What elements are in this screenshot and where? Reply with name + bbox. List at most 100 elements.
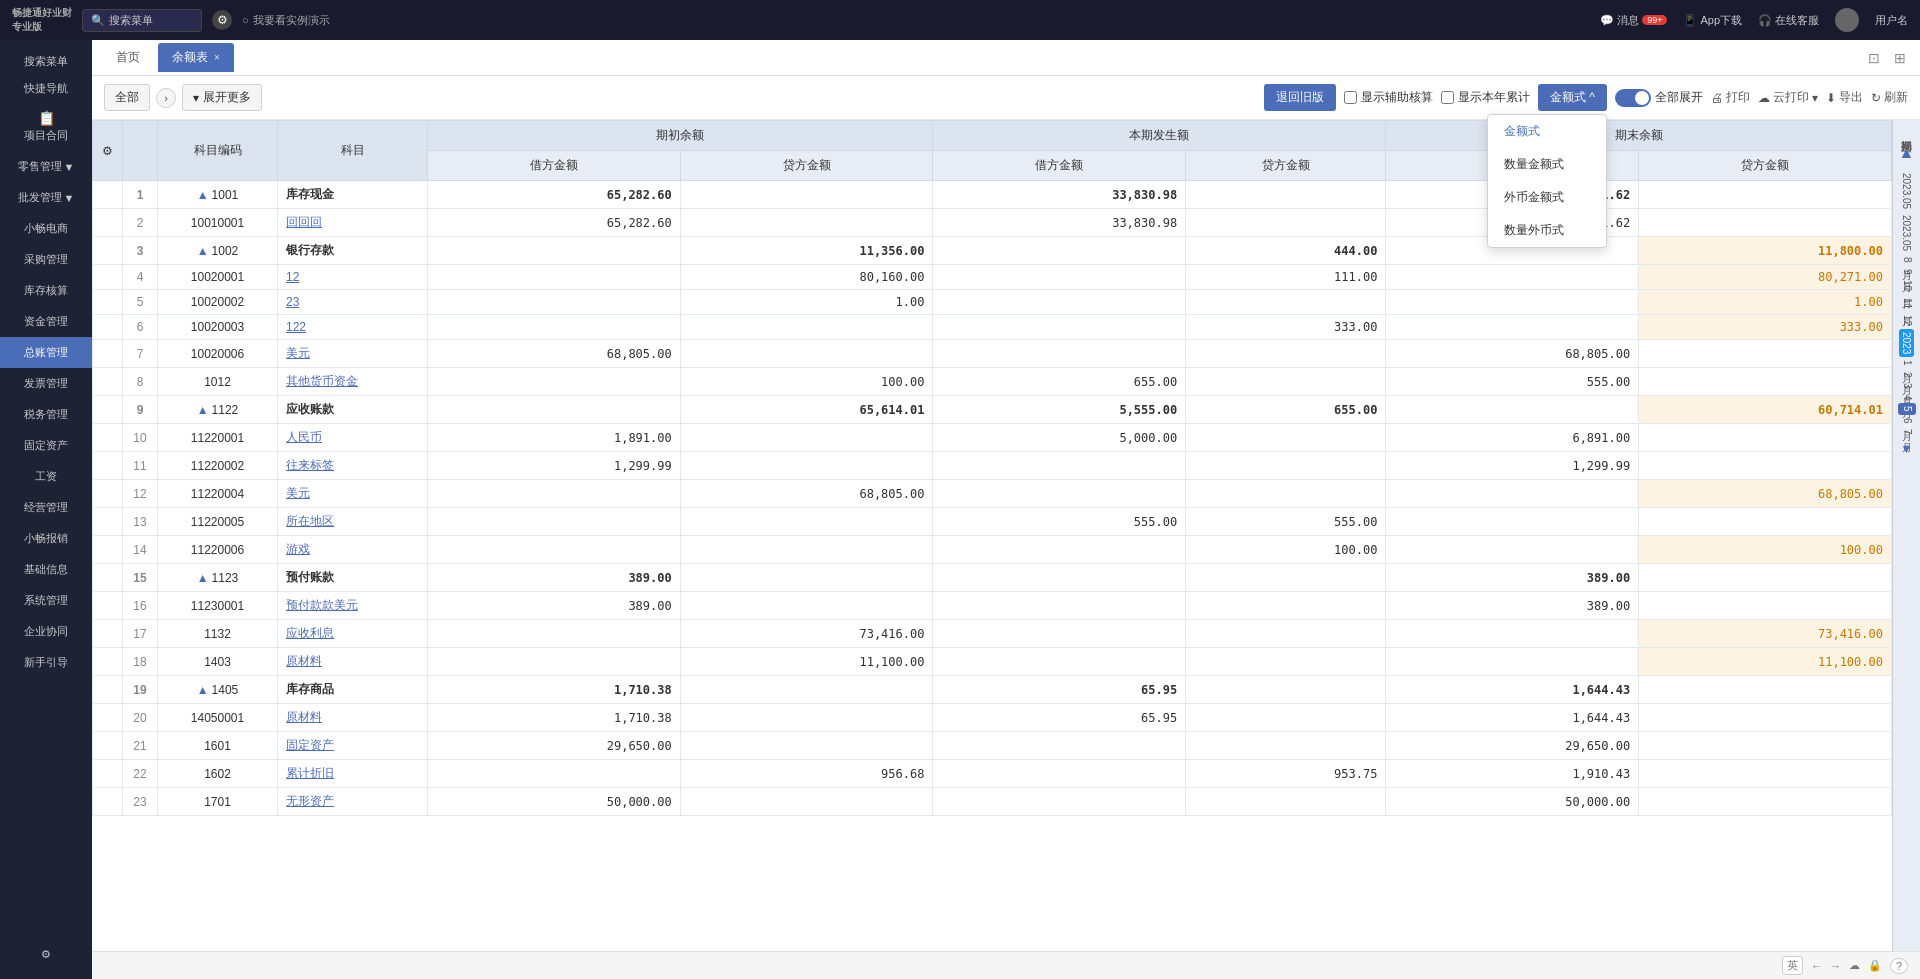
period-item[interactable]: 2023.05: [1899, 212, 1914, 254]
row-name[interactable]: 应收利息: [278, 620, 428, 648]
period-item[interactable]: 4月: [1898, 392, 1916, 404]
sidebar-item-purchase[interactable]: 采购管理: [0, 244, 92, 275]
expand-more-btn[interactable]: ▾ 展开更多: [182, 84, 262, 111]
row-amount-per_debit: [933, 237, 1186, 265]
row-name[interactable]: 122: [278, 315, 428, 340]
sidebar-item-system[interactable]: 系统管理: [0, 585, 92, 616]
period-item[interactable]: 5月: [1898, 403, 1916, 415]
period-collapse-down[interactable]: ▼: [1901, 442, 1913, 456]
refresh-btn[interactable]: ↻ 刷新: [1871, 89, 1908, 106]
period-title[interactable]: 期间选择: [1899, 124, 1914, 140]
tab-close-btn[interactable]: ×: [214, 52, 220, 63]
table-row: 710020006美元68,805.0068,805.00: [93, 340, 1892, 368]
sidebar-item-capital[interactable]: 资金管理: [0, 306, 92, 337]
dropdown-item-qty-amount[interactable]: 数量金额式: [1488, 148, 1606, 181]
sidebar-item-project[interactable]: 📋 项目合同: [0, 102, 92, 151]
row-name[interactable]: 原材料: [278, 648, 428, 676]
lang-btn[interactable]: 英: [1782, 956, 1803, 975]
arrow-right-icon[interactable]: →: [1830, 960, 1841, 972]
period-item[interactable]: 9月: [1898, 266, 1916, 278]
period-item[interactable]: 1月: [1898, 357, 1916, 369]
row-code: 1012: [158, 368, 278, 396]
sidebar-item-payroll[interactable]: 工资: [0, 461, 92, 492]
th-period-credit: 贷方金额: [1186, 151, 1386, 181]
arrow-left-icon[interactable]: ←: [1811, 960, 1822, 972]
app-download-btn[interactable]: 📱 App下载: [1683, 13, 1742, 28]
row-name[interactable]: 人民币: [278, 424, 428, 452]
sidebar-item-wholesale[interactable]: 批发管理 ▼: [0, 182, 92, 213]
period-item[interactable]: 6月: [1898, 415, 1916, 427]
sidebar-item-ledger[interactable]: 总账管理: [0, 337, 92, 368]
row-name[interactable]: 美元: [278, 480, 428, 508]
row-name[interactable]: 其他货币资金: [278, 368, 428, 396]
row-name[interactable]: 预付款款美元: [278, 592, 428, 620]
cloud-sync-icon[interactable]: ☁: [1849, 959, 1860, 972]
dropdown-item-amount[interactable]: 金额式: [1488, 115, 1606, 148]
tab-balance[interactable]: 余额表 ×: [158, 43, 234, 72]
toggle-switch[interactable]: [1615, 89, 1651, 107]
th-settings[interactable]: ⚙: [93, 121, 123, 181]
help-icon[interactable]: ?: [1890, 958, 1908, 974]
period-item[interactable]: 2023: [1899, 329, 1914, 357]
sidebar-settings-btn[interactable]: ⚙: [0, 940, 92, 969]
period-item[interactable]: 11月: [1898, 295, 1916, 312]
settings-icon[interactable]: ⚙: [212, 10, 232, 30]
row-name[interactable]: 美元: [278, 340, 428, 368]
export-btn[interactable]: ⬇ 导出: [1826, 89, 1863, 106]
user-avatar[interactable]: [1835, 8, 1859, 32]
period-item[interactable]: 12月: [1898, 312, 1916, 329]
period-item[interactable]: 3月: [1898, 380, 1916, 392]
row-name[interactable]: 原材料: [278, 704, 428, 732]
print-btn[interactable]: 🖨 打印: [1711, 89, 1750, 106]
tab-restore-btn[interactable]: ⊡: [1864, 48, 1884, 68]
message-btn[interactable]: 💬 消息 99+: [1600, 13, 1667, 28]
nav-arrow-right[interactable]: ›: [156, 88, 176, 108]
return-old-btn[interactable]: 退回旧版: [1264, 84, 1336, 111]
sidebar-item-ecommerce[interactable]: 小畅电商: [0, 213, 92, 244]
lock-icon[interactable]: 🔒: [1868, 959, 1882, 972]
sidebar-item-invoice[interactable]: 发票管理: [0, 368, 92, 399]
all-filter-btn[interactable]: 全部: [104, 84, 150, 111]
show-auxiliary-checkbox[interactable]: 显示辅助核算: [1344, 89, 1433, 106]
sidebar-item-operations[interactable]: 经营管理: [0, 492, 92, 523]
row-name[interactable]: 游戏: [278, 536, 428, 564]
row-amount-open_credit: [680, 676, 933, 704]
period-item[interactable]: 2023.05: [1899, 170, 1914, 212]
tab-maximize-btn[interactable]: ⊞: [1890, 48, 1910, 68]
row-name[interactable]: 所在地区: [278, 508, 428, 536]
period-item[interactable]: 7月: [1898, 426, 1916, 438]
tab-home[interactable]: 首页: [102, 43, 154, 72]
cloud-print-btn[interactable]: ☁ 云打印 ▾: [1758, 89, 1818, 106]
show-ytd-checkbox[interactable]: 显示本年累计: [1441, 89, 1530, 106]
row-name[interactable]: 12: [278, 265, 428, 290]
bottom-bar: 英 ← → ☁ 🔒 ?: [92, 951, 1920, 979]
period-item[interactable]: 8月: [1898, 254, 1916, 266]
sidebar-item-guide[interactable]: 新手引导: [0, 647, 92, 678]
row-name[interactable]: 往来标签: [278, 452, 428, 480]
dropdown-item-qty-foreign[interactable]: 数量外币式: [1488, 214, 1606, 247]
row-amount-per_credit: 333.00: [1186, 315, 1386, 340]
row-name[interactable]: 累计折旧: [278, 760, 428, 788]
row-name[interactable]: 23: [278, 290, 428, 315]
sidebar-item-retail[interactable]: 零售管理 ▼: [0, 151, 92, 182]
sidebar-item-report[interactable]: 小畅报销: [0, 523, 92, 554]
sidebar-item-inventory[interactable]: 库存核算: [0, 275, 92, 306]
sidebar-search[interactable]: 搜索菜单: [0, 48, 92, 75]
period-item[interactable]: 2月: [1898, 369, 1916, 381]
row-name[interactable]: 回回回: [278, 209, 428, 237]
sidebar-item-assets[interactable]: 固定资产: [0, 430, 92, 461]
period-expand-up[interactable]: ▲: [1899, 144, 1915, 162]
expand-all-toggle[interactable]: 全部展开: [1615, 89, 1703, 107]
period-item[interactable]: 10月: [1898, 277, 1916, 294]
style-btn[interactable]: 金额式 ^: [1538, 84, 1607, 111]
demo-link[interactable]: ○ 我要看实例演示: [242, 13, 330, 28]
online-service-btn[interactable]: 🎧 在线客服: [1758, 13, 1819, 28]
row-name[interactable]: 固定资产: [278, 732, 428, 760]
sidebar-item-basic[interactable]: 基础信息: [0, 554, 92, 585]
dropdown-item-foreign-amount[interactable]: 外币金额式: [1488, 181, 1606, 214]
sidebar-item-tax[interactable]: 税务管理: [0, 399, 92, 430]
row-amount-close_credit: 60,714.01: [1639, 396, 1892, 424]
sidebar-quick-nav[interactable]: 快捷导航: [0, 75, 92, 102]
sidebar-item-cooperation[interactable]: 企业协同: [0, 616, 92, 647]
row-name[interactable]: 无形资产: [278, 788, 428, 816]
